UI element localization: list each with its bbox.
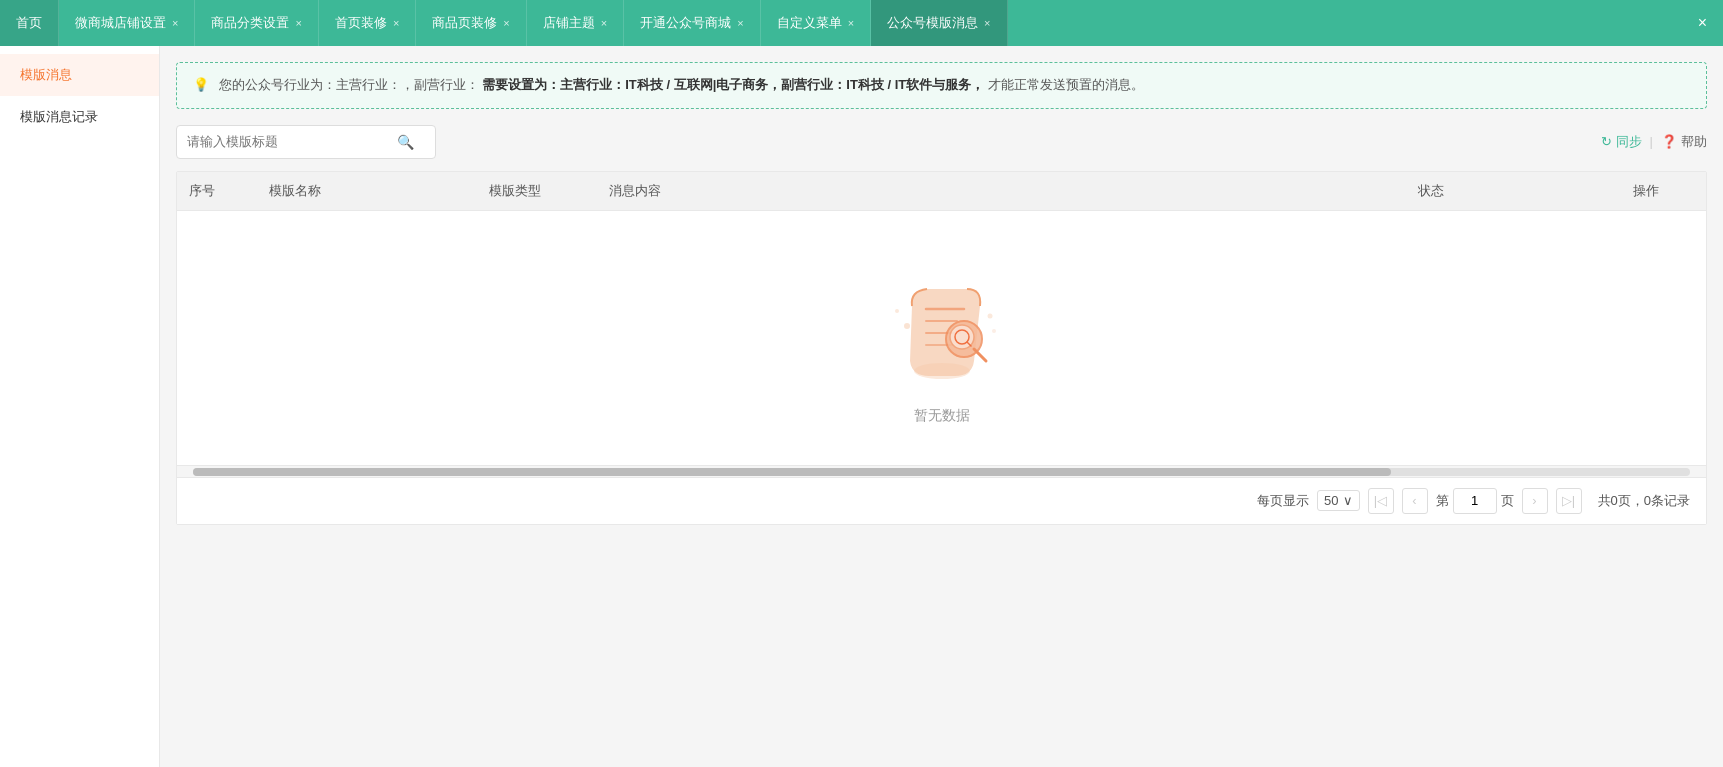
last-page-icon: ▷| <box>1562 493 1575 508</box>
nav-tab-6[interactable]: 开通公众号商城× <box>624 0 760 46</box>
table-wrap: 序号 模版名称 模版类型 消息内容 状态 操作 <box>176 171 1707 525</box>
help-label: 帮助 <box>1681 133 1707 151</box>
toolbar-divider: | <box>1650 134 1653 149</box>
nav-tab-close-8[interactable]: × <box>984 17 990 29</box>
nav-tab-close-1[interactable]: × <box>172 17 178 29</box>
scroll-bar-area[interactable] <box>177 465 1706 477</box>
nav-tab-8[interactable]: 公众号模版消息× <box>871 0 1007 46</box>
next-page-button[interactable]: › <box>1522 488 1548 514</box>
first-page-icon: |◁ <box>1374 493 1387 508</box>
sync-icon: ↻ <box>1601 134 1612 149</box>
nav-tab-close-6[interactable]: × <box>737 17 743 29</box>
page-number-input[interactable] <box>1453 488 1497 514</box>
last-page-button[interactable]: ▷| <box>1556 488 1582 514</box>
nav-tab-4[interactable]: 商品页装修× <box>416 0 526 46</box>
prev-page-icon: ‹ <box>1412 493 1416 508</box>
search-input[interactable] <box>187 134 397 149</box>
nav-tab-close-2[interactable]: × <box>295 17 301 29</box>
search-icon[interactable]: 🔍 <box>397 134 414 150</box>
sync-label: 同步 <box>1616 133 1642 151</box>
sidebar-item-0[interactable]: 模版消息 <box>0 54 159 96</box>
nav-tab-close-7[interactable]: × <box>848 17 854 29</box>
col-name: 模版名称 <box>257 172 477 210</box>
col-seq: 序号 <box>177 172 257 210</box>
empty-state: 暂无数据 <box>177 211 1706 465</box>
nav-tab-7[interactable]: 自定义菜单× <box>761 0 871 46</box>
sync-button[interactable]: ↻ 同步 <box>1601 133 1642 151</box>
svg-point-11 <box>895 309 899 313</box>
empty-text: 暂无数据 <box>914 407 970 425</box>
first-page-button[interactable]: |◁ <box>1368 488 1394 514</box>
toolbar-right: ↻ 同步 | ❓ 帮助 <box>1601 133 1707 151</box>
col-status: 状态 <box>1406 172 1586 210</box>
close-all-button[interactable]: × <box>1682 14 1723 32</box>
sidebar: 模版消息模版消息记录 <box>0 46 160 767</box>
svg-point-12 <box>987 313 992 318</box>
col-content: 消息内容 <box>597 172 1406 210</box>
chevron-down-icon: ∨ <box>1343 493 1353 508</box>
notice-icon: 💡 <box>193 77 209 92</box>
page-suffix: 页 <box>1501 492 1514 510</box>
nav-tab-5[interactable]: 店铺主题× <box>527 0 624 46</box>
nav-tab-close-4[interactable]: × <box>503 17 509 29</box>
sidebar-item-1[interactable]: 模版消息记录 <box>0 96 159 138</box>
page-size-label: 每页显示 <box>1257 492 1309 510</box>
svg-point-10 <box>904 323 910 329</box>
content-area: 💡 您的公众号行业为：主营行业：，副营行业： 需要设置为：主营行业：IT科技 /… <box>160 46 1723 767</box>
nav-tab-close-5[interactable]: × <box>601 17 607 29</box>
nav-tab-3[interactable]: 首页装修× <box>319 0 416 46</box>
nav-tab-1[interactable]: 微商城店铺设置× <box>59 0 195 46</box>
table-header: 序号 模版名称 模版类型 消息内容 状态 操作 <box>177 172 1706 211</box>
notice-highlight: 需要设置为：主营行业：IT科技 / 互联网|电子商务，副营行业：IT科技 / I… <box>482 77 984 92</box>
svg-line-7 <box>974 349 986 361</box>
main-layout: 模版消息模版消息记录 💡 您的公众号行业为：主营行业：，副营行业： 需要设置为：… <box>0 46 1723 767</box>
scroll-bar-thumb[interactable] <box>193 468 1391 476</box>
search-input-wrap: 🔍 <box>176 125 436 159</box>
nav-tab-0[interactable]: 首页 <box>0 0 59 46</box>
page-input-group: 第 页 <box>1436 488 1514 514</box>
nav-tab-2[interactable]: 商品分类设置× <box>195 0 318 46</box>
help-icon: ❓ <box>1661 134 1677 149</box>
search-bar: 🔍 ↻ 同步 | ❓ 帮助 <box>176 125 1707 159</box>
next-page-icon: › <box>1532 493 1536 508</box>
notice-text-before: 您的公众号行业为：主营行业：，副营行业： <box>219 77 479 92</box>
empty-illustration <box>882 271 1002 391</box>
prev-page-button[interactable]: ‹ <box>1402 488 1428 514</box>
notice-box: 💡 您的公众号行业为：主营行业：，副营行业： 需要设置为：主营行业：IT科技 /… <box>176 62 1707 109</box>
col-type: 模版类型 <box>477 172 597 210</box>
notice-text-after: 才能正常发送预置的消息。 <box>988 77 1144 92</box>
nav-tab-close-3[interactable]: × <box>393 17 399 29</box>
page-size-value: 50 <box>1324 493 1338 508</box>
page-size-select[interactable]: 50 ∨ <box>1317 490 1359 511</box>
svg-point-13 <box>992 329 996 333</box>
col-action: 操作 <box>1586 172 1706 210</box>
scroll-bar-track[interactable] <box>193 468 1690 476</box>
help-button[interactable]: ❓ 帮助 <box>1661 133 1707 151</box>
top-nav: 首页微商城店铺设置×商品分类设置×首页装修×商品页装修×店铺主题×开通公众号商城… <box>0 0 1723 46</box>
pagination: 每页显示 50 ∨ |◁ ‹ 第 页 › <box>177 477 1706 524</box>
page-label: 第 <box>1436 492 1449 510</box>
total-info: 共0页，0条记录 <box>1598 492 1690 510</box>
